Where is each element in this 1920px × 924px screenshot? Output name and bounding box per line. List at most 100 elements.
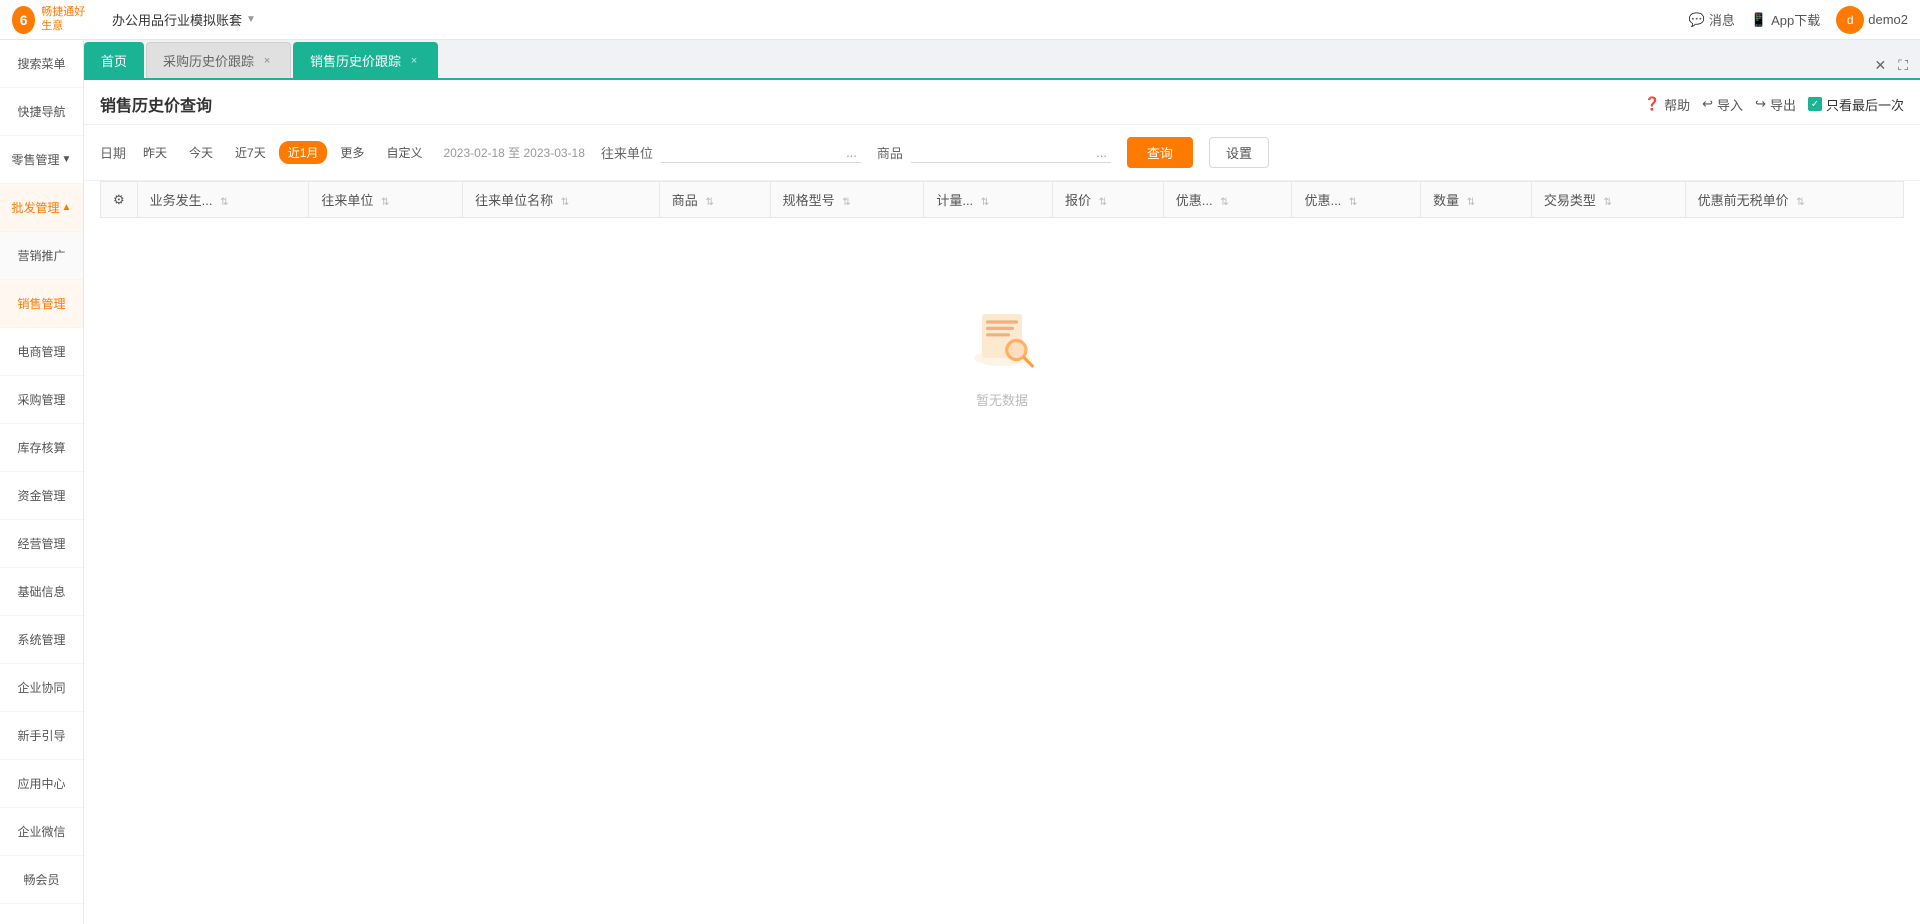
sidebar-item-ecom-mgmt[interactable]: 电商管理 (0, 328, 83, 376)
partner-select-icon[interactable]: ... (846, 145, 857, 160)
expand-icon[interactable]: ⛶ (1894, 53, 1912, 78)
sidebar-item-search-menu[interactable]: 搜索菜单 (0, 40, 83, 88)
tab-home[interactable]: 首页 (84, 42, 144, 78)
user-action[interactable]: d demo2 (1836, 6, 1908, 34)
tab-sales-history[interactable]: 销售历史价跟踪 × (293, 42, 438, 78)
tab-purchase-history-close[interactable]: × (260, 54, 274, 68)
col-partner-name[interactable]: 往来单位名称 ⇅ (463, 182, 660, 218)
help-button[interactable]: ❓ 帮助 (1644, 95, 1690, 114)
sidebar-item-retail-mgmt[interactable]: 零售管理 ▼ (0, 136, 83, 184)
tab-bar: 首页 采购历史价跟踪 × 销售历史价跟踪 × ✕ ⛶ (84, 40, 1920, 80)
col-quantity[interactable]: 数量 ⇅ (1421, 182, 1532, 218)
date-btn-1month[interactable]: 近1月 (279, 141, 328, 164)
data-table: ⚙ 业务发生... ⇅ 往来单位 ⇅ 往来单位名称 (100, 181, 1904, 218)
col-quote[interactable]: 报价 ⇅ (1053, 182, 1164, 218)
product-filter-label: 商品 (877, 143, 903, 162)
only-last-checkbox[interactable]: ✓ 只看最后一次 (1808, 95, 1904, 114)
col-biz-date[interactable]: 业务发生... ⇅ (137, 182, 309, 218)
table-header: ⚙ 业务发生... ⇅ 往来单位 ⇅ 往来单位名称 (101, 182, 1904, 218)
sort-icon: ⇅ (1796, 197, 1804, 208)
col-pretax-price[interactable]: 优惠前无税单价 ⇅ (1685, 182, 1903, 218)
tab-purchase-history[interactable]: 采购历史价跟踪 × (146, 42, 291, 78)
partner-input[interactable] (665, 145, 846, 160)
col-trade-type[interactable]: 交易类型 ⇅ (1531, 182, 1685, 218)
finance-label: 资金管理 (17, 487, 65, 504)
sidebar-item-quick-nav[interactable]: 快捷导航 (0, 88, 83, 136)
sort-icon: ⇅ (705, 197, 713, 208)
app-center-label: 应用中心 (17, 775, 65, 792)
sidebar-item-purchase-mgmt[interactable]: 采购管理 (0, 376, 83, 424)
enterprise-label: 企业协同 (17, 679, 65, 696)
sidebar-item-basic-info[interactable]: 基础信息 (0, 568, 83, 616)
app-download-action[interactable]: 📱 App下载 (1751, 10, 1820, 29)
sidebar-item-finance[interactable]: 资金管理 (0, 472, 83, 520)
wholesale-mgmt-label: 批发管理 (12, 199, 60, 216)
sidebar-item-marketing[interactable]: 营销推广 (0, 232, 83, 280)
date-btn-today[interactable]: 今天 (180, 141, 222, 164)
avatar: d (1836, 6, 1864, 34)
sidebar-item-wechat[interactable]: 企业微信 (0, 808, 83, 856)
settings-button[interactable]: 设置 (1209, 137, 1269, 168)
sidebar-item-vip[interactable]: 畅会员 (0, 856, 83, 904)
sidebar-item-inventory[interactable]: 库存核算 (0, 424, 83, 472)
sidebar-item-guide[interactable]: 新手引导 (0, 712, 83, 760)
quick-nav-label: 快捷导航 (17, 103, 65, 120)
empty-text: 暂无数据 (976, 390, 1028, 409)
only-last-label: 只看最后一次 (1826, 95, 1904, 114)
date-btn-7days[interactable]: 近7天 (226, 141, 275, 164)
purchase-mgmt-label: 采购管理 (17, 391, 65, 408)
col-spec[interactable]: 规格型号 ⇅ (770, 182, 924, 218)
tab-sales-history-close[interactable]: × (407, 54, 421, 68)
import-button[interactable]: ↩ 导入 (1702, 95, 1743, 114)
table-container: ⚙ 业务发生... ⇅ 往来单位 ⇅ 往来单位名称 (84, 181, 1920, 489)
username-label: demo2 (1868, 12, 1908, 27)
workspace-selector[interactable]: 办公用品行业模拟账套 ▼ (104, 6, 264, 33)
export-icon: ↪ (1755, 96, 1766, 112)
main-layout: 搜索菜单 快捷导航 零售管理 ▼ 批发管理 ▲ 营销推广 销售管理 电商管理 采… (0, 40, 1920, 924)
export-button[interactable]: ↪ 导出 (1755, 95, 1796, 114)
content-area: 首页 采购历史价跟踪 × 销售历史价跟踪 × ✕ ⛶ 销售历史价查询 (84, 40, 1920, 924)
sidebar-item-wholesale-mgmt[interactable]: 批发管理 ▲ (0, 184, 83, 232)
sort-icon: ⇅ (561, 197, 569, 208)
sort-icon: ⇅ (220, 197, 228, 208)
marketing-label: 营销推广 (17, 247, 65, 264)
workspace-label: 办公用品行业模拟账套 (112, 10, 242, 29)
product-input[interactable] (915, 145, 1096, 160)
sidebar-item-enterprise[interactable]: 企业协同 (0, 664, 83, 712)
date-filter-group: 日期 昨天 今天 近7天 近1月 更多 自定义 2023-02-18 至 202… (100, 141, 585, 164)
empty-state: 暂无数据 (100, 218, 1904, 489)
date-buttons: 昨天 今天 近7天 近1月 更多 自定义 (134, 141, 431, 164)
filter-area: 日期 昨天 今天 近7天 近1月 更多 自定义 2023-02-18 至 202… (84, 125, 1920, 181)
sidebar-item-operations[interactable]: 经营管理 (0, 520, 83, 568)
sidebar-item-system[interactable]: 系统管理 (0, 616, 83, 664)
date-btn-yesterday[interactable]: 昨天 (134, 141, 176, 164)
topbar-right: 💬 消息 📱 App下载 d demo2 (1689, 6, 1908, 34)
partner-input-wrapper: ... (661, 143, 861, 163)
chevron-down-icon: ▼ (246, 14, 256, 25)
message-action[interactable]: 💬 消息 (1689, 10, 1735, 29)
close-tab-icon[interactable]: ✕ (1870, 53, 1890, 78)
sales-mgmt-label: 销售管理 (17, 295, 65, 312)
date-btn-custom[interactable]: 自定义 (377, 141, 431, 164)
app-icon: 📱 (1751, 12, 1767, 28)
inventory-label: 库存核算 (17, 439, 65, 456)
col-partner-code[interactable]: 往来单位 ⇅ (309, 182, 463, 218)
query-button[interactable]: 查询 (1127, 137, 1193, 168)
sort-icon: ⇅ (381, 197, 389, 208)
sidebar-item-sales-mgmt[interactable]: 销售管理 (0, 280, 83, 328)
col-product[interactable]: 商品 ⇅ (659, 182, 770, 218)
sidebar-item-app-center[interactable]: 应用中心 (0, 760, 83, 808)
topbar: 6 畅捷通好生意 办公用品行业模拟账套 ▼ 💬 消息 📱 App下载 d dem… (0, 0, 1920, 40)
sort-icon: ⇅ (981, 197, 989, 208)
date-btn-more[interactable]: 更多 (331, 141, 373, 164)
col-unit[interactable]: 计量... ⇅ (924, 182, 1053, 218)
tab-bar-actions: ✕ ⛶ (1870, 53, 1920, 78)
product-select-icon[interactable]: ... (1096, 145, 1107, 160)
chevron-up-icon: ▲ (62, 202, 72, 213)
col-settings[interactable]: ⚙ (101, 182, 138, 218)
col-discount1[interactable]: 优惠... ⇅ (1163, 182, 1292, 218)
col-discount2[interactable]: 优惠... ⇅ (1292, 182, 1421, 218)
guide-label: 新手引导 (17, 727, 65, 744)
product-filter-group: 商品 ... (877, 143, 1111, 163)
page-header: 销售历史价查询 ❓ 帮助 ↩ 导入 ↪ 导出 ✓ (84, 80, 1920, 125)
